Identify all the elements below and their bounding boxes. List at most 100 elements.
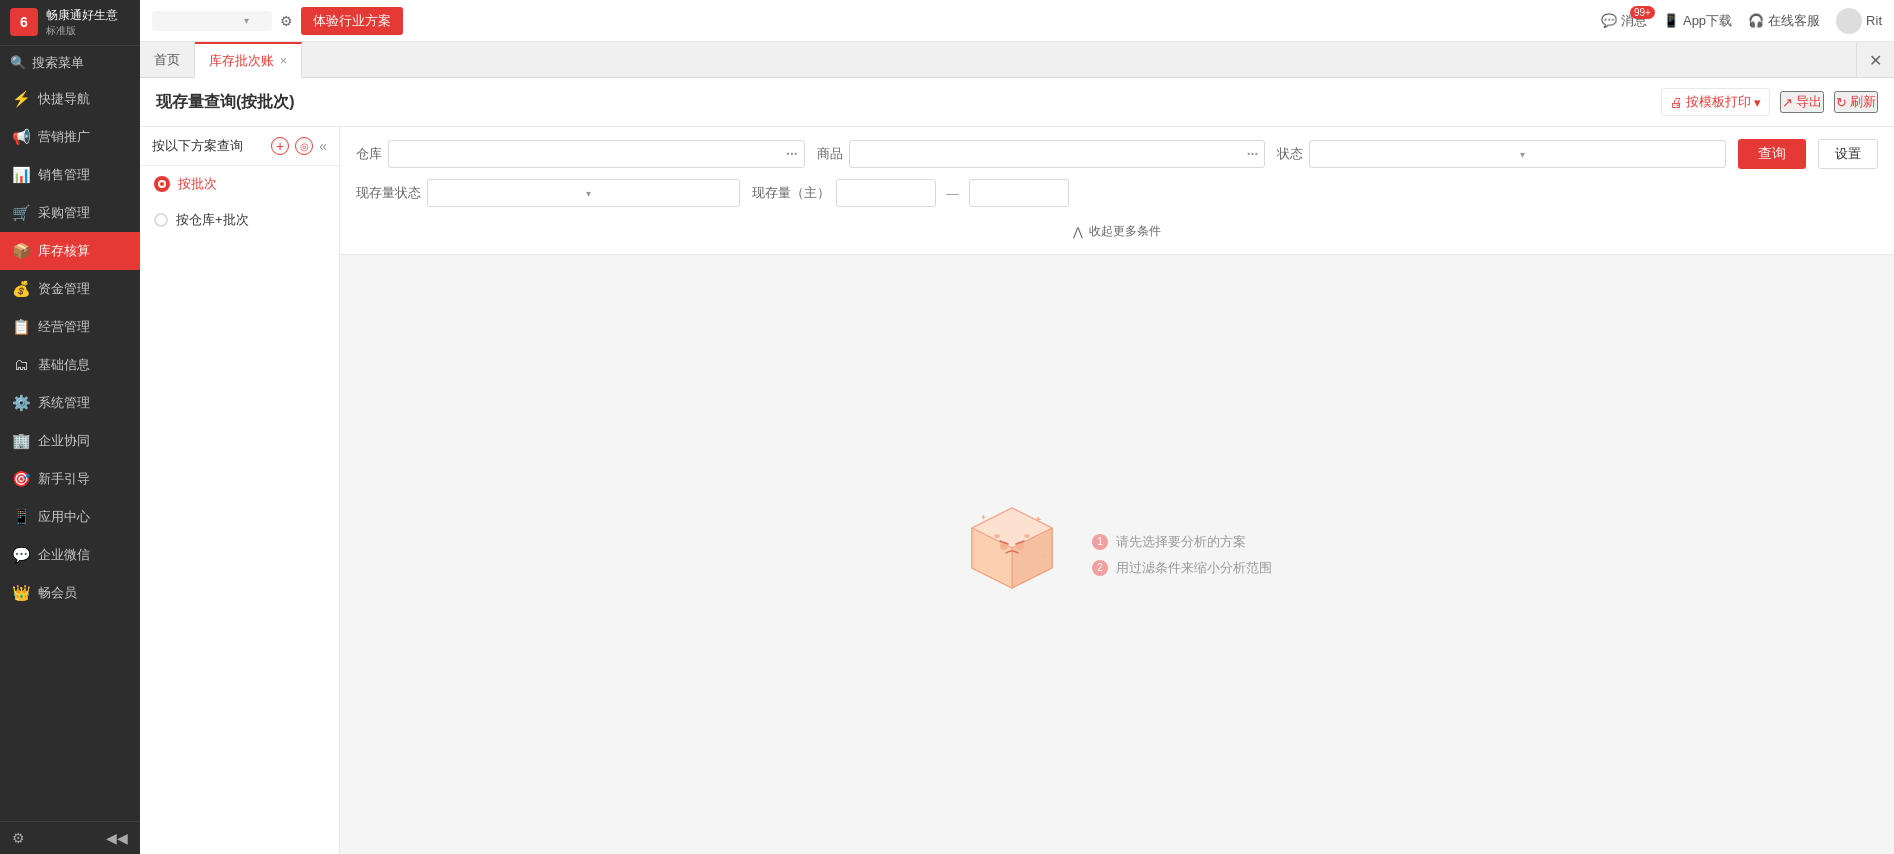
scheme-active-icon xyxy=(154,176,170,192)
message-icon: 💬 xyxy=(1601,13,1617,28)
refresh-label: 刷新 xyxy=(1850,93,1876,111)
empty-illustration: ✦ ✦ • xyxy=(962,498,1062,611)
sidebar-nav: ⚡ 快捷导航 📢 营销推广 📊 销售管理 🛒 采购管理 📦 库存核算 💰 资金管… xyxy=(0,80,140,821)
scheme-item-by-warehouse-batch[interactable]: 按仓库+批次 xyxy=(140,202,339,238)
sidebar-item-basic[interactable]: 🗂 基础信息 xyxy=(0,346,140,384)
left-panel-title-area: 按以下方案查询 xyxy=(152,137,243,155)
gear-scheme-btn[interactable]: ◎ xyxy=(295,137,313,155)
purchase-label: 采购管理 xyxy=(38,204,90,222)
inventory-qty-max-input[interactable] xyxy=(969,179,1069,207)
inventory-status-label: 现存量状态 xyxy=(356,184,421,202)
sidebar-item-marketing[interactable]: 📢 营销推广 xyxy=(0,118,140,156)
template-print-btn[interactable]: 🖨 按模板打印 ▾ xyxy=(1661,88,1770,116)
warehouse-label: 仓库 xyxy=(356,145,382,163)
collapse-sidebar-icon[interactable]: ◀◀ xyxy=(106,830,128,846)
sidebar-item-quick-nav[interactable]: ⚡ 快捷导航 xyxy=(0,80,140,118)
topbar-search-box[interactable]: ▾ xyxy=(152,11,272,31)
user-group[interactable]: Rit xyxy=(1836,8,1882,34)
sidebar-item-sales[interactable]: 📊 销售管理 xyxy=(0,156,140,194)
tab-home-label: 首页 xyxy=(154,51,180,69)
topbar-search-chevron[interactable]: ▾ xyxy=(244,15,249,26)
experience-btn[interactable]: 体验行业方案 xyxy=(301,7,403,35)
warehouse-input-container[interactable]: ··· xyxy=(388,140,805,168)
tab-inventory-batch[interactable]: 库存批次账 × xyxy=(195,42,302,78)
search-menu-label: 搜索菜单 xyxy=(32,54,84,72)
sidebar-item-member[interactable]: 👑 畅会员 xyxy=(0,574,140,612)
svg-point-9 xyxy=(1024,534,1030,538)
headset-icon: 🎧 xyxy=(1748,13,1764,28)
enterprise-icon: 🏢 xyxy=(12,432,30,450)
add-scheme-btn[interactable]: + xyxy=(271,137,289,155)
filter-area: 仓库 ··· 商品 ··· xyxy=(340,127,1894,255)
sidebar: 6 畅康通好生意 标准版 🔍 搜索菜单 ⚡ 快捷导航 📢 营销推广 📊 销售管理… xyxy=(0,0,140,854)
phone-icon: 📱 xyxy=(1663,13,1679,28)
inventory-icon: 📦 xyxy=(12,242,30,260)
tab-close-icon[interactable]: × xyxy=(280,54,287,68)
inventory-qty-min-input[interactable] xyxy=(836,179,936,207)
goods-input-container[interactable]: ··· xyxy=(849,140,1266,168)
query-btn[interactable]: 查询 xyxy=(1738,139,1806,169)
marketing-icon: 📢 xyxy=(12,128,30,146)
collapse-up-icon: ⋀ xyxy=(1073,225,1083,239)
inventory-status-chevron-icon: ▾ xyxy=(586,188,732,199)
topbar-left: ▾ ⚙ 体验行业方案 xyxy=(152,7,1593,35)
member-icon: 👑 xyxy=(12,584,30,602)
hint-text-1: 请先选择要分析的方案 xyxy=(1116,533,1246,551)
warehouse-dots-btn[interactable]: ··· xyxy=(780,146,804,162)
svg-point-8 xyxy=(994,534,1000,538)
refresh-icon: ↻ xyxy=(1836,95,1847,110)
collapse-filter-row[interactable]: ⋀ 收起更多条件 xyxy=(356,217,1878,242)
qty-divider: — xyxy=(942,186,963,201)
collapse-panel-icon[interactable]: « xyxy=(319,138,327,154)
sales-icon: 📊 xyxy=(12,166,30,184)
status-field: 状态 ▾ xyxy=(1277,140,1726,168)
search-icon: 🔍 xyxy=(10,55,26,70)
online-service-group[interactable]: 🎧 在线客服 xyxy=(1748,12,1820,30)
scheme-item-by-batch[interactable]: 按批次 xyxy=(140,166,339,202)
app-download-group[interactable]: 📱 App下载 xyxy=(1663,12,1732,30)
goods-label: 商品 xyxy=(817,145,843,163)
export-btn[interactable]: ↗ 导出 xyxy=(1780,91,1824,113)
settings-btn[interactable]: 设置 xyxy=(1818,139,1878,169)
right-content: 仓库 ··· 商品 ··· xyxy=(340,127,1894,854)
sidebar-item-app-center[interactable]: 📱 应用中心 xyxy=(0,498,140,536)
status-select[interactable]: ▾ xyxy=(1309,140,1726,168)
refresh-btn[interactable]: ↻ 刷新 xyxy=(1834,91,1878,113)
basic-icon: 🗂 xyxy=(12,356,30,374)
operations-icon: 📋 xyxy=(12,318,30,336)
sidebar-item-operations[interactable]: 📋 经营管理 xyxy=(0,308,140,346)
settings-bottom-icon[interactable]: ⚙ xyxy=(12,830,25,846)
inventory-status-select[interactable]: ▾ xyxy=(427,179,740,207)
scheme-by-warehouse-batch-label: 按仓库+批次 xyxy=(176,211,249,229)
goods-dots-btn[interactable]: ··· xyxy=(1241,146,1265,162)
tabs-bar-close-btn[interactable]: ✕ xyxy=(1856,42,1894,78)
topbar-search-input[interactable] xyxy=(160,14,240,28)
sidebar-logo: 6 xyxy=(10,8,38,36)
messages-badge: 99+ xyxy=(1630,6,1655,19)
print-chevron-icon[interactable]: ▾ xyxy=(1754,95,1761,110)
quick-nav-label: 快捷导航 xyxy=(38,90,90,108)
goods-input[interactable] xyxy=(850,147,1241,162)
tab-inventory-batch-label: 库存批次账 xyxy=(209,52,274,70)
warehouse-input[interactable] xyxy=(389,147,780,162)
sidebar-item-newbie[interactable]: 🎯 新手引导 xyxy=(0,460,140,498)
sidebar-search-item[interactable]: 🔍 搜索菜单 xyxy=(0,46,140,80)
scheme-radio-icon xyxy=(154,213,168,227)
svg-text:✦: ✦ xyxy=(1034,514,1042,525)
sidebar-item-wechat[interactable]: 💬 企业微信 xyxy=(0,536,140,574)
sidebar-item-purchase[interactable]: 🛒 采购管理 xyxy=(0,194,140,232)
topbar-gear-icon[interactable]: ⚙ xyxy=(280,13,293,29)
finance-label: 资金管理 xyxy=(38,280,90,298)
sidebar-item-system[interactable]: ⚙️ 系统管理 xyxy=(0,384,140,422)
sales-label: 销售管理 xyxy=(38,166,90,184)
inventory-qty-field: 现存量（主） — xyxy=(752,179,1136,207)
sidebar-item-inventory[interactable]: 📦 库存核算 xyxy=(0,232,140,270)
left-panel-header: 按以下方案查询 + ◎ « xyxy=(140,127,339,166)
messages-group[interactable]: 💬 消息 99+ xyxy=(1601,12,1647,30)
main-area: 按以下方案查询 + ◎ « 按批次 按仓库+批次 xyxy=(140,127,1894,854)
sidebar-item-enterprise[interactable]: 🏢 企业协同 xyxy=(0,422,140,460)
tab-home[interactable]: 首页 xyxy=(140,42,195,78)
left-panel-icons: + ◎ « xyxy=(271,137,327,155)
sidebar-item-finance[interactable]: 💰 资金管理 xyxy=(0,270,140,308)
online-service-label: 在线客服 xyxy=(1768,12,1820,30)
